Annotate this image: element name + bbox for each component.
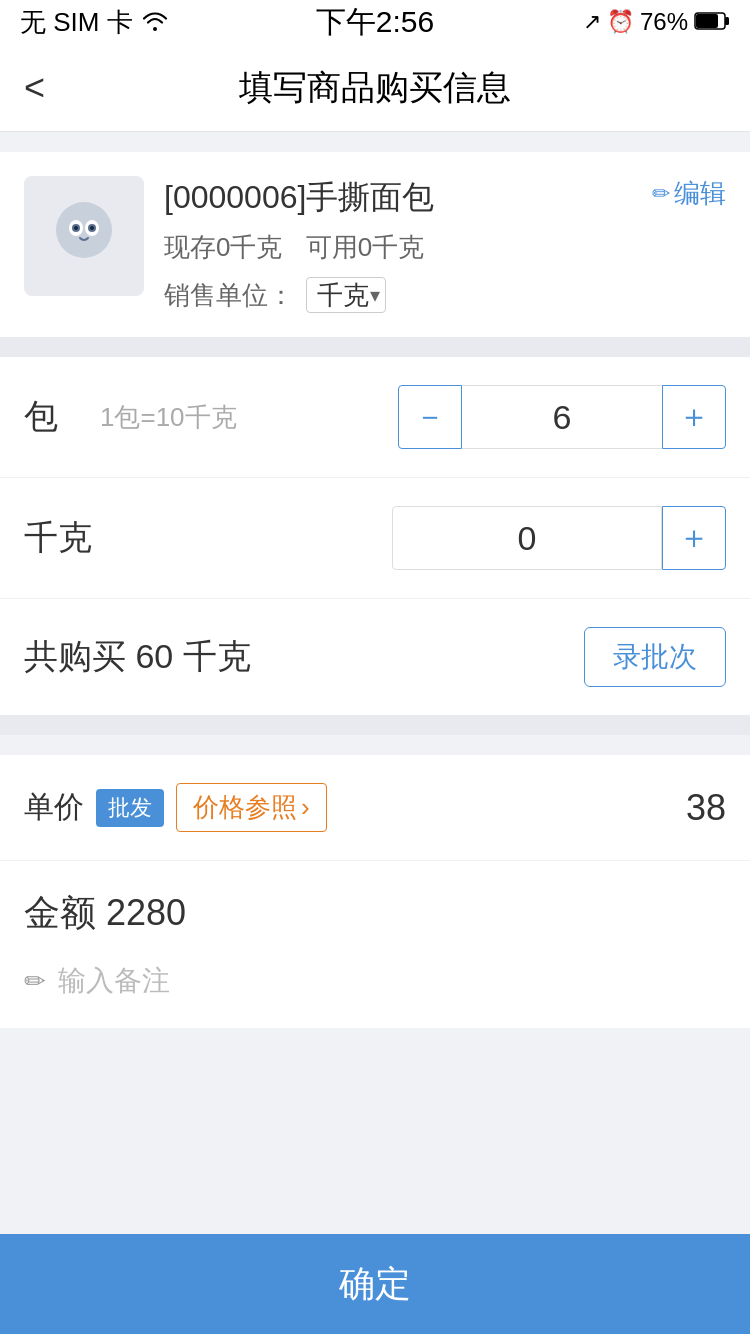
bao-label: 包 — [24, 394, 84, 440]
product-name: [0000006]手撕面包 — [164, 176, 726, 220]
edit-label: 编辑 — [674, 176, 726, 211]
product-unit-row: 销售单位： 千克 — [164, 277, 726, 313]
amount-section: 金额 2280 ✏ 输入备注 — [0, 861, 750, 1028]
product-stock: 现存0千克 可用0千克 — [164, 230, 726, 265]
page-title: 填写商品购买信息 — [239, 65, 511, 111]
confirm-button[interactable]: 确定 — [0, 1234, 750, 1334]
unit-select[interactable]: 千克 — [306, 277, 386, 313]
bao-minus-button[interactable]: － — [398, 385, 462, 449]
kg-quantity-row: 千克 ＋ — [0, 478, 750, 599]
battery-label: 76% — [640, 8, 688, 36]
amount-text: 金额 2280 — [24, 889, 726, 938]
section-divider-2 — [0, 715, 750, 735]
stock-current: 现存0千克 — [164, 232, 282, 262]
batch-button[interactable]: 录批次 — [584, 627, 726, 687]
wifi-icon — [141, 7, 169, 38]
bao-controls: － ＋ — [398, 385, 726, 449]
battery-icon — [694, 8, 730, 36]
price-label: 单价 — [24, 787, 84, 828]
status-bar: 无 SIM 卡 下午2:56 ↗ ⏰ 76% — [0, 0, 750, 44]
kg-quantity-input[interactable] — [392, 506, 662, 570]
unit-select-wrap[interactable]: 千克 — [306, 277, 386, 313]
carrier-label: 无 SIM 卡 — [20, 5, 133, 40]
status-left: 无 SIM 卡 — [20, 5, 169, 40]
kg-plus-button[interactable]: ＋ — [662, 506, 726, 570]
input-section: 包 1包=10千克 － ＋ 千克 ＋ — [0, 357, 750, 599]
bao-plus-button[interactable]: ＋ — [662, 385, 726, 449]
note-icon: ✏ — [24, 966, 46, 997]
location-icon: ↗ — [583, 9, 601, 35]
nav-bar: < 填写商品购买信息 — [0, 44, 750, 132]
edit-button[interactable]: ✏ 编辑 — [652, 176, 726, 211]
svg-point-8 — [74, 226, 78, 230]
price-value: 38 — [686, 787, 726, 829]
price-tag: 批发 — [96, 789, 164, 827]
svg-point-9 — [90, 226, 94, 230]
note-placeholder[interactable]: 输入备注 — [58, 962, 170, 1000]
bao-quantity-input[interactable] — [462, 385, 662, 449]
price-row: 单价 批发 价格参照 › 38 — [0, 755, 750, 861]
total-text: 共购买 60 千克 — [24, 634, 251, 680]
svg-rect-1 — [725, 17, 729, 25]
amount-card: 金额 2280 ✏ 输入备注 — [0, 861, 750, 1028]
price-ref-chevron: › — [301, 792, 310, 823]
price-ref-button[interactable]: 价格参照 › — [176, 783, 327, 832]
price-ref-label: 价格参照 — [193, 790, 297, 825]
back-button[interactable]: < — [24, 67, 45, 109]
kg-controls: ＋ — [108, 506, 726, 570]
product-info: [0000006]手撕面包 现存0千克 可用0千克 销售单位： 千克 — [164, 176, 726, 313]
alarm-icon: ⏰ — [607, 9, 634, 35]
kg-label: 千克 — [24, 515, 92, 561]
svg-rect-2 — [696, 14, 718, 28]
product-card: [0000006]手撕面包 现存0千克 可用0千克 销售单位： 千克 ✏ 编辑 — [0, 152, 750, 337]
edit-icon: ✏ — [652, 181, 670, 207]
note-row: ✏ 输入备注 — [24, 954, 726, 1008]
status-right: ↗ ⏰ 76% — [583, 8, 730, 36]
product-thumbnail — [24, 176, 144, 296]
unit-label: 销售单位： — [164, 278, 294, 313]
bao-quantity-row: 包 1包=10千克 － ＋ — [0, 357, 750, 478]
stock-available: 可用0千克 — [306, 232, 424, 262]
section-divider-1 — [0, 337, 750, 357]
bao-hint: 1包=10千克 — [100, 400, 382, 435]
status-time: 下午2:56 — [316, 2, 434, 43]
total-row: 共购买 60 千克 录批次 — [0, 599, 750, 715]
product-thumb-icon — [52, 198, 116, 275]
svg-point-3 — [56, 202, 112, 258]
price-section: 单价 批发 价格参照 › 38 — [0, 755, 750, 861]
